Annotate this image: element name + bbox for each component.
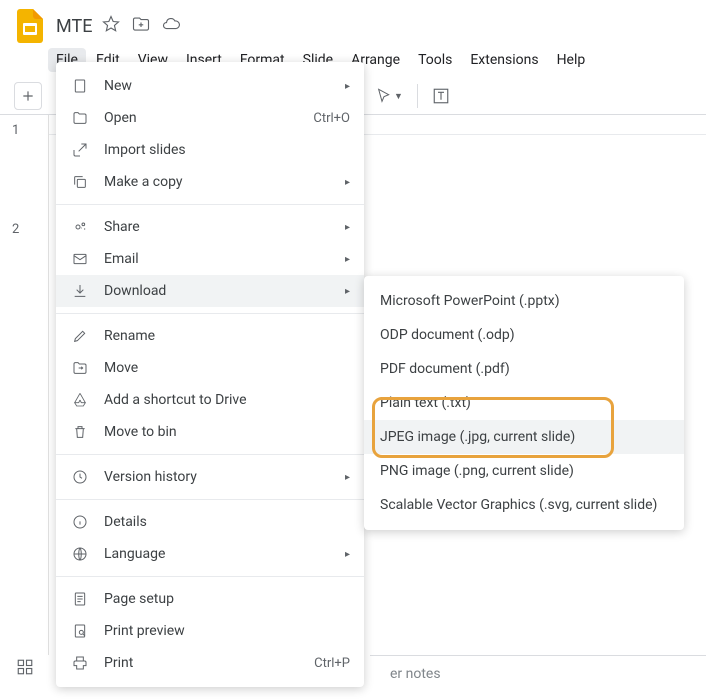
chevron-right-icon: ▸ [345, 222, 350, 233]
menu-language[interactable]: Language▸ [56, 538, 364, 570]
download-pptx[interactable]: Microsoft PowerPoint (.pptx) [364, 284, 684, 318]
globe-icon [70, 546, 90, 562]
chevron-right-icon: ▸ [345, 472, 350, 483]
menu-history[interactable]: Version history▸ [56, 461, 364, 493]
speaker-notes[interactable]: er notes [370, 655, 706, 692]
print-icon [70, 655, 90, 671]
import-icon [70, 142, 90, 158]
history-icon [70, 469, 90, 485]
chevron-right-icon: ▸ [345, 254, 350, 265]
textbox-icon[interactable] [432, 84, 450, 108]
move-icon [70, 360, 90, 376]
grid-view-icon[interactable] [16, 658, 34, 680]
menu-rename[interactable]: Rename [56, 320, 364, 352]
menu-download[interactable]: Download▸ [56, 275, 364, 307]
toolbar-divider [417, 84, 418, 108]
file-icon [70, 78, 90, 94]
menu-preview[interactable]: Print preview [56, 615, 364, 647]
download-odp[interactable]: ODP document (.odp) [364, 318, 684, 352]
thumbnail-panel: 1 2 [0, 115, 48, 655]
menu-email[interactable]: Email▸ [56, 243, 364, 275]
menu-extensions[interactable]: Extensions [462, 48, 546, 72]
move-folder-icon[interactable] [132, 15, 150, 37]
download-icon [70, 283, 90, 299]
menu-details[interactable]: Details [56, 506, 364, 538]
download-svg[interactable]: Scalable Vector Graphics (.svg, current … [364, 488, 684, 522]
thumb-1[interactable]: 1 [12, 123, 36, 138]
trash-icon [70, 424, 90, 440]
folder-icon [70, 110, 90, 126]
chevron-right-icon: ▸ [345, 286, 350, 297]
menu-open[interactable]: OpenCtrl+O [56, 102, 364, 134]
menu-help[interactable]: Help [549, 48, 594, 72]
menu-share[interactable]: Share▸ [56, 211, 364, 243]
slides-logo[interactable] [12, 8, 48, 44]
file-dropdown: New▸ OpenCtrl+O Import slides Make a cop… [56, 62, 364, 687]
download-pdf[interactable]: PDF document (.pdf) [364, 352, 684, 386]
download-png[interactable]: PNG image (.png, current slide) [364, 454, 684, 488]
menu-tools[interactable]: Tools [410, 48, 460, 72]
download-txt[interactable]: Plain text (.txt) [364, 386, 684, 420]
pencil-icon [70, 328, 90, 344]
chevron-right-icon: ▸ [345, 81, 350, 92]
menu-add-shortcut[interactable]: Add a shortcut to Drive [56, 384, 364, 416]
drive-icon [70, 392, 90, 408]
download-submenu: Microsoft PowerPoint (.pptx) ODP documen… [364, 276, 684, 530]
star-icon[interactable] [102, 15, 120, 37]
menu-bin[interactable]: Move to bin [56, 416, 364, 448]
menu-pagesetup[interactable]: Page setup [56, 583, 364, 615]
copy-icon [70, 174, 90, 190]
download-jpeg[interactable]: JPEG image (.jpg, current slide) [364, 420, 684, 454]
doc-title[interactable]: MTE [56, 16, 92, 37]
menu-move[interactable]: Move [56, 352, 364, 384]
cloud-icon[interactable] [162, 15, 180, 37]
new-slide-button[interactable] [14, 82, 42, 110]
menu-copy[interactable]: Make a copy▸ [56, 166, 364, 198]
menu-print[interactable]: PrintCtrl+P [56, 647, 364, 679]
email-icon [70, 251, 90, 267]
page-icon [70, 591, 90, 607]
chevron-right-icon: ▸ [345, 549, 350, 560]
info-icon [70, 514, 90, 530]
thumb-2[interactable]: 2 [12, 222, 36, 237]
cursor-icon[interactable]: ▼ [376, 84, 403, 108]
preview-icon [70, 623, 90, 639]
share-icon [70, 219, 90, 235]
menu-import[interactable]: Import slides [56, 134, 364, 166]
menu-new[interactable]: New▸ [56, 70, 364, 102]
chevron-right-icon: ▸ [345, 177, 350, 188]
